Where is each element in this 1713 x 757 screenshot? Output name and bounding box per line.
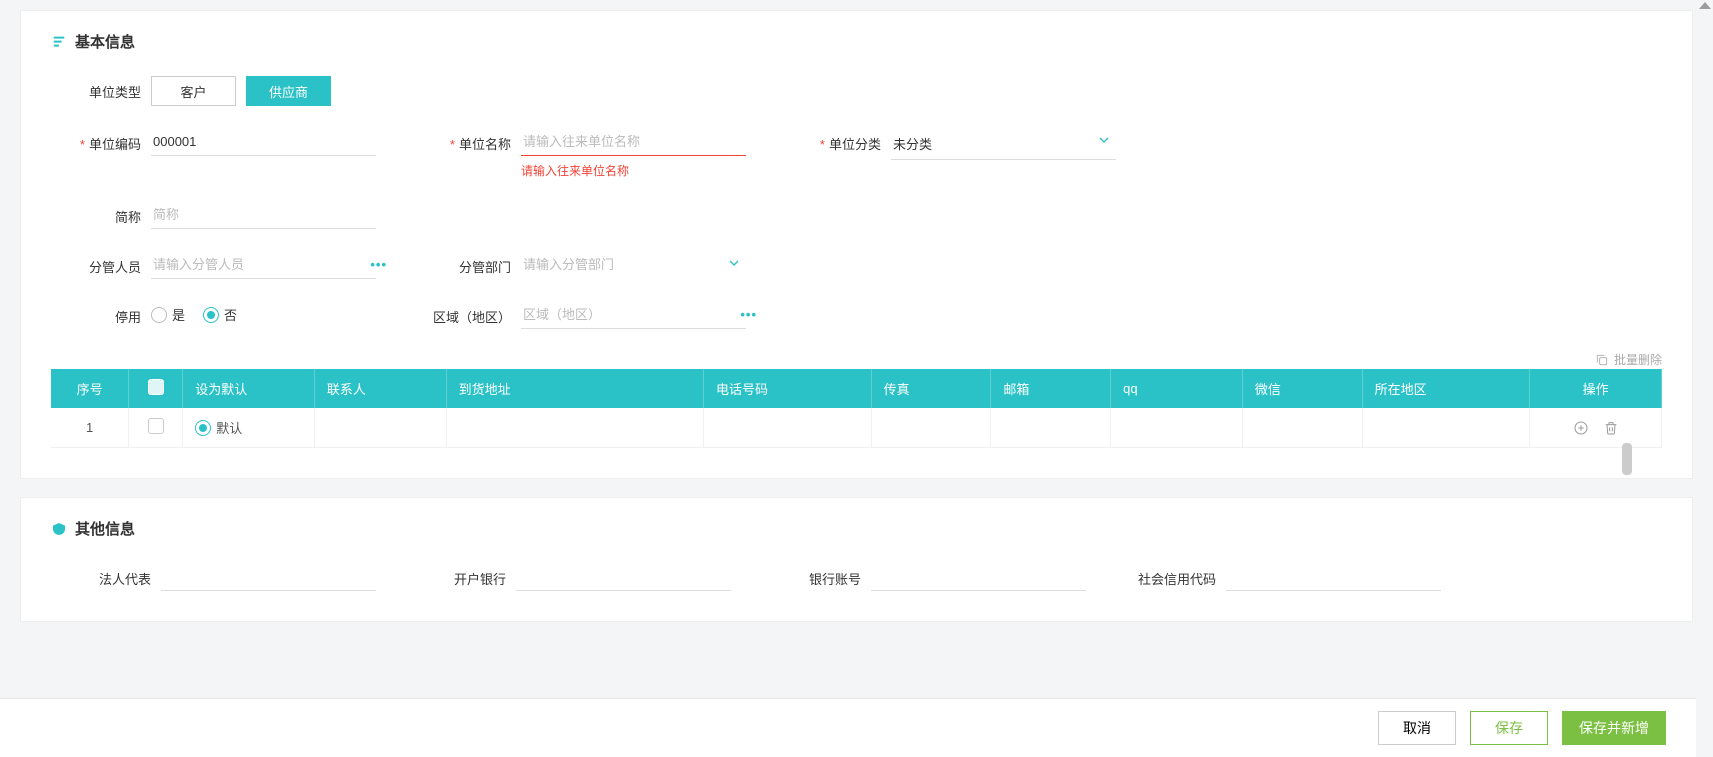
batch-delete-button[interactable]: 批量删除 [1595,351,1662,368]
delete-row-icon[interactable] [1603,420,1619,436]
bank-label: 开户银行 [406,563,516,588]
unit-code-input[interactable] [151,128,376,156]
th-contact: 联系人 [314,369,446,408]
footer-action-bar: 取消 保存 保存并新增 [0,698,1696,757]
cell-region[interactable] [1362,408,1530,448]
region-more-icon[interactable]: ••• [740,307,757,322]
header-checkbox[interactable] [148,379,164,395]
basic-info-heading: 基本信息 [51,31,1662,52]
unit-name-label: *单位名称 [421,128,521,153]
copy-delete-icon [1595,353,1609,367]
cell-address[interactable] [446,408,703,448]
row-checkbox[interactable] [148,418,164,434]
legal-person-input[interactable] [161,563,376,591]
cell-seq: 1 [51,408,129,448]
unit-type-customer[interactable]: 客户 [151,76,236,106]
bank-account-input[interactable] [871,563,1086,591]
contacts-table: 序号 设为默认 联系人 到货地址 电话号码 传真 邮箱 qq 微信 所在地区 操… [51,369,1662,448]
basic-info-title: 基本信息 [75,31,135,52]
cell-qq[interactable] [1111,408,1243,448]
row-default-radio[interactable]: 默认 [195,418,302,437]
credit-code-label: 社会信用代码 [1116,563,1226,588]
th-action: 操作 [1530,369,1662,408]
th-qq: qq [1111,369,1243,408]
unit-name-input[interactable] [521,128,746,156]
add-row-icon[interactable] [1573,420,1589,436]
cell-fax[interactable] [871,408,991,448]
shortname-label: 简称 [51,201,151,226]
th-wechat: 微信 [1242,369,1362,408]
unit-category-select[interactable]: 未分类 [891,128,1116,160]
manager-more-icon[interactable]: ••• [370,257,387,272]
scroll-up-caret-icon [1699,2,1711,9]
other-info-title: 其他信息 [75,518,135,539]
th-region: 所在地区 [1362,369,1530,408]
cell-phone[interactable] [704,408,872,448]
department-label: 分管部门 [421,251,521,276]
region-input[interactable] [521,301,746,329]
other-info-icon [51,521,67,537]
disabled-yes-radio[interactable]: 是 [151,305,185,324]
th-address: 到货地址 [446,369,703,408]
table-row: 1 默认 [51,408,1662,448]
credit-code-input[interactable] [1226,563,1441,591]
legal-person-label: 法人代表 [51,563,161,588]
save-button[interactable]: 保存 [1470,711,1548,745]
table-scrollbar-handle[interactable] [1622,443,1632,475]
shortname-input[interactable] [151,201,376,229]
unit-category-label: *单位分类 [791,128,891,153]
basic-info-icon [51,34,67,50]
chevron-down-icon [1096,132,1112,151]
department-input[interactable] [521,251,746,278]
th-default: 设为默认 [183,369,315,408]
th-fax: 传真 [871,369,991,408]
manager-label: 分管人员 [51,251,151,276]
manager-input[interactable] [151,251,376,279]
bank-account-label: 银行账号 [761,563,871,588]
disabled-label: 停用 [51,301,151,326]
save-and-new-button[interactable]: 保存并新增 [1562,711,1666,745]
unit-type-label: 单位类型 [51,76,151,101]
disabled-no-radio[interactable]: 否 [203,305,237,324]
th-checkbox [129,369,183,408]
cell-contact[interactable] [314,408,446,448]
th-email: 邮箱 [991,369,1111,408]
chevron-down-icon [726,255,742,274]
unit-code-label: *单位编码 [51,128,151,153]
department-select[interactable] [521,251,746,278]
cell-email[interactable] [991,408,1111,448]
other-info-heading: 其他信息 [51,518,1662,539]
cancel-button[interactable]: 取消 [1378,711,1456,745]
unit-name-error: 请输入往来单位名称 [521,162,761,179]
cell-wechat[interactable] [1242,408,1362,448]
basic-info-panel: 基本信息 单位类型 客户 供应商 *单位编码 [20,10,1693,479]
unit-type-supplier[interactable]: 供应商 [246,76,331,106]
region-label: 区域（地区） [421,301,521,326]
th-seq: 序号 [51,369,129,408]
bank-input[interactable] [516,563,731,591]
th-phone: 电话号码 [704,369,872,408]
other-info-panel: 其他信息 法人代表 开户银行 银行账号 社会信用代码 [20,497,1693,622]
